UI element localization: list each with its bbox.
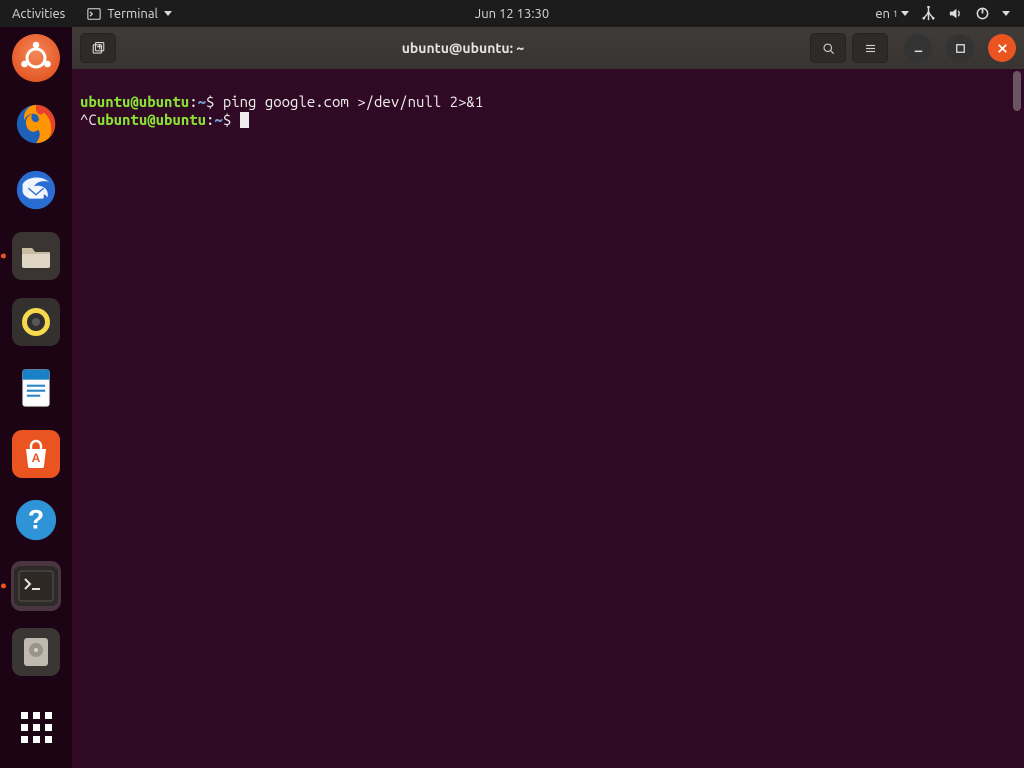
dock: A ? <box>0 27 72 768</box>
dock-item-software[interactable]: A <box>11 429 61 479</box>
prompt-line: ubuntu@ubuntu:~$ ping google.com >/dev/n… <box>80 93 483 110</box>
prompt-line: ^Cubuntu@ubuntu:~$ <box>80 111 249 128</box>
dock-item-files[interactable] <box>11 231 61 281</box>
speaker-icon <box>16 302 56 342</box>
clock[interactable]: Jun 12 13:30 <box>475 7 549 21</box>
search-icon <box>821 41 836 56</box>
dock-item-thunderbird[interactable] <box>11 165 61 215</box>
chevron-down-icon <box>164 11 172 16</box>
chevron-down-icon <box>901 11 909 16</box>
close-button[interactable] <box>988 34 1016 62</box>
top-bar: Activities Terminal Jun 12 13:30 en1 <box>0 0 1024 27</box>
thunderbird-icon <box>13 167 59 213</box>
dock-item-terminal[interactable] <box>11 561 61 611</box>
apps-grid-icon <box>21 712 52 743</box>
hamburger-icon <box>863 41 878 56</box>
terminal-body[interactable]: ubuntu@ubuntu:~$ ping google.com >/dev/n… <box>72 69 1024 768</box>
chevron-down-icon[interactable] <box>1002 11 1010 16</box>
window-title: ubuntu@ubuntu: ~ <box>122 40 804 56</box>
network-icon[interactable] <box>921 6 936 21</box>
close-icon <box>995 41 1010 56</box>
minimize-icon <box>911 41 926 56</box>
dock-item-help[interactable]: ? <box>11 495 61 545</box>
system-tray: en1 <box>875 6 1024 21</box>
firefox-icon <box>13 101 59 147</box>
window-titlebar[interactable]: ubuntu@ubuntu: ~ <box>72 27 1024 69</box>
document-icon <box>16 368 56 408</box>
search-button[interactable] <box>810 33 846 63</box>
dock-item-writer[interactable] <box>11 363 61 413</box>
new-tab-button[interactable] <box>80 33 116 63</box>
command-text: ping google.com >/dev/null 2>&1 <box>223 93 483 110</box>
input-source-indicator[interactable]: en1 <box>875 7 909 21</box>
shopping-bag-icon: A <box>16 434 56 474</box>
show-applications-button[interactable] <box>11 702 61 752</box>
power-icon[interactable] <box>975 6 990 21</box>
disk-icon <box>16 632 56 672</box>
dock-item-ubuntu[interactable] <box>11 33 61 83</box>
dock-item-rhythmbox[interactable] <box>11 297 61 347</box>
cursor <box>240 112 249 128</box>
terminal-window: ubuntu@ubuntu: ~ ubuntu@ubuntu:~$ ping g… <box>72 27 1024 768</box>
terminal-small-icon <box>87 7 101 21</box>
ubuntu-logo-icon <box>16 38 56 78</box>
activities-button[interactable]: Activities <box>0 7 77 21</box>
maximize-button[interactable] <box>946 34 974 62</box>
terminal-icon <box>16 566 56 606</box>
svg-text:?: ? <box>28 505 44 535</box>
app-menu-label: Terminal <box>107 7 158 21</box>
volume-icon[interactable] <box>948 6 963 21</box>
dock-item-firefox[interactable] <box>11 99 61 149</box>
folder-icon <box>16 236 56 276</box>
svg-text:A: A <box>32 451 41 465</box>
dock-item-disk[interactable] <box>11 627 61 677</box>
minimize-button[interactable] <box>904 34 932 62</box>
help-icon: ? <box>13 497 59 543</box>
hamburger-menu-button[interactable] <box>852 33 888 63</box>
scrollbar-thumb[interactable] <box>1013 71 1021 111</box>
new-tab-icon <box>91 41 106 56</box>
maximize-icon <box>953 41 968 56</box>
app-menu[interactable]: Terminal <box>77 7 182 21</box>
